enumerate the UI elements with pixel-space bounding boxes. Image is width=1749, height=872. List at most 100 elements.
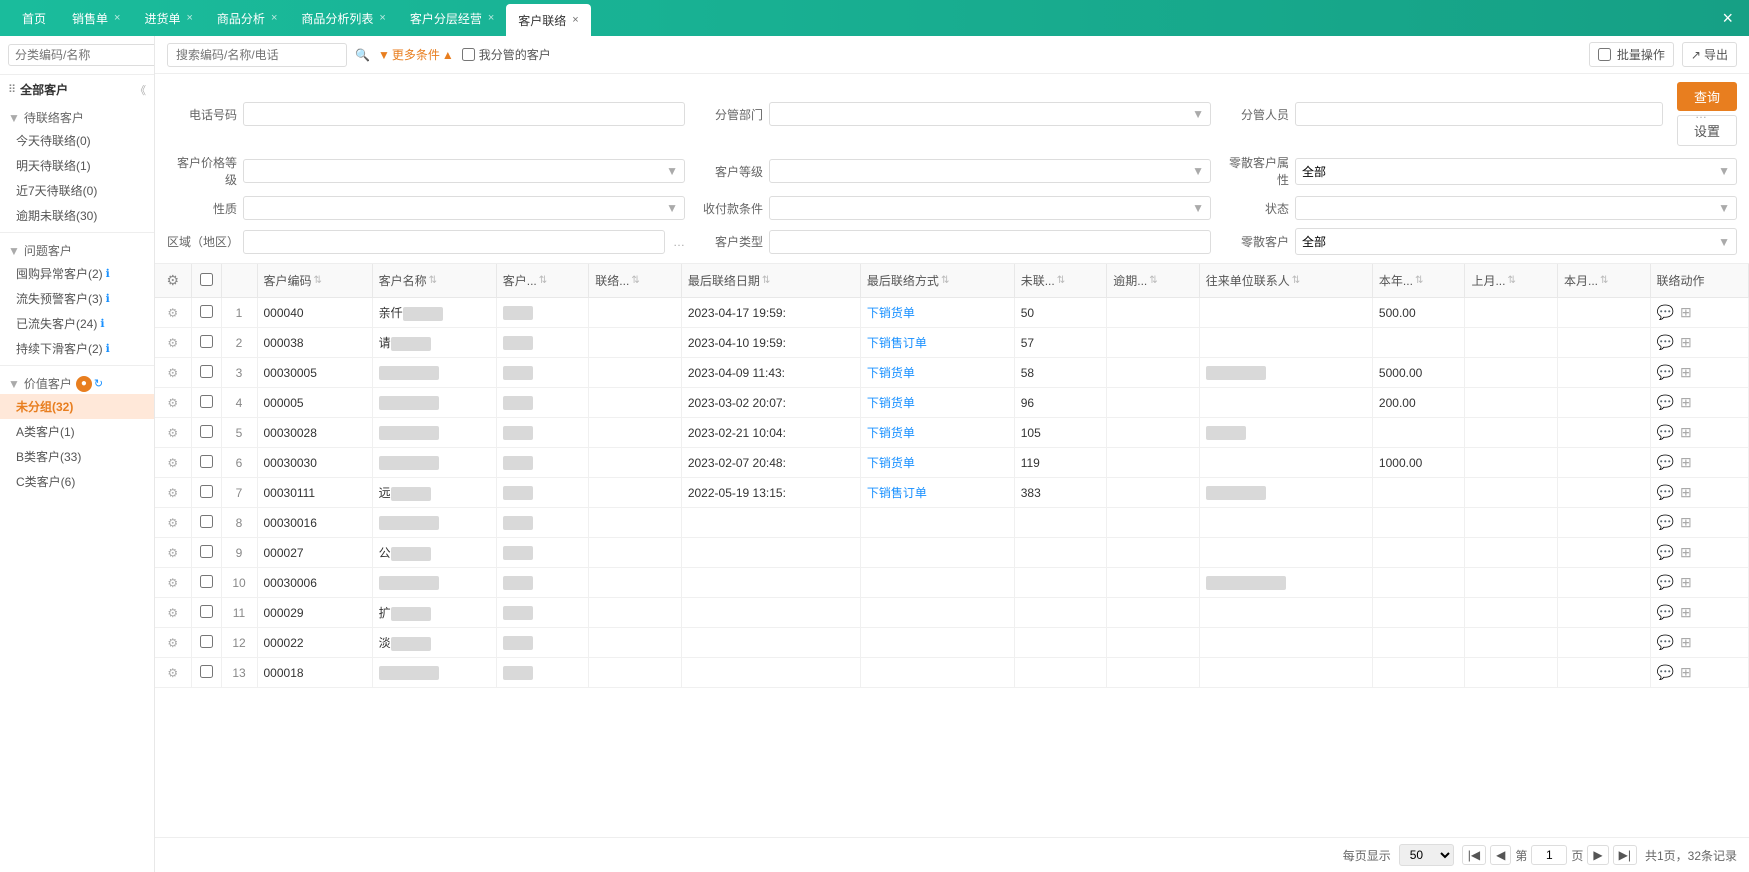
nav-tab-contact[interactable]: 客户联络 × [506,4,590,36]
row-settings[interactable]: ⚙ [155,478,191,508]
grid-action-icon[interactable]: ⊞ [1680,484,1692,501]
region-input[interactable] [243,230,665,254]
next-page-button[interactable]: ▶ [1587,845,1608,865]
row-checkbox[interactable] [200,305,213,318]
close-analysis-list-icon[interactable]: × [379,12,385,24]
row-settings-icon[interactable]: ⚙ [167,396,178,410]
per-page-select[interactable]: 50 100 200 [1399,844,1454,866]
nav-tab-crm[interactable]: 客户分层经营 × [398,0,506,36]
group-label-value[interactable]: ▼ 价值客户 ● ↻ [0,370,154,394]
sort-contact-icon[interactable]: ⇅ [631,275,639,286]
nav-tab-analysis-list[interactable]: 商品分析列表 × [289,0,397,36]
row-checkbox[interactable] [200,425,213,438]
grid-action-icon[interactable]: ⊞ [1680,574,1692,591]
nav-tab-sales[interactable]: 销售单 × [60,0,132,36]
row-checkbox-cell[interactable] [191,598,221,628]
page-input[interactable] [1531,845,1567,865]
last-page-button[interactable]: ▶| [1613,845,1637,865]
row-checkbox-cell[interactable] [191,658,221,688]
row-checkbox-cell[interactable] [191,298,221,328]
row-checkbox-cell[interactable] [191,328,221,358]
row-checkbox-cell[interactable] [191,388,221,418]
sidebar-item-tomorrow[interactable]: 明天待联络(1) [0,153,154,178]
row-checkbox[interactable] [200,335,213,348]
my-customers-checkbox[interactable] [462,48,475,61]
close-contact-icon[interactable]: × [572,14,578,26]
sidebar-search-input[interactable] [8,44,155,66]
scatter-attr-select[interactable]: 全部 ▼ [1295,158,1737,185]
grid-action-icon[interactable]: ⊞ [1680,634,1692,651]
grid-action-icon[interactable]: ⊞ [1680,304,1692,321]
all-customers-header[interactable]: ⠿ 全部客户 《 [0,75,154,104]
row-checkbox[interactable] [200,455,213,468]
row-settings[interactable]: ⚙ [155,508,191,538]
message-icon[interactable]: 💬 [1657,304,1674,321]
last-method-link[interactable]: 下销货单 [867,426,915,440]
sort-this-year-icon[interactable]: ⇅ [1415,275,1423,286]
sidebar-item-today[interactable]: 今天待联络(0) [0,128,154,153]
group-label-problem[interactable]: ▼ 问题客户 [0,237,154,261]
message-icon[interactable]: 💬 [1657,574,1674,591]
row-checkbox[interactable] [200,665,213,678]
close-analysis-icon[interactable]: × [271,12,277,24]
row-settings-icon[interactable]: ⚙ [167,636,178,650]
row-checkbox[interactable] [200,635,213,648]
message-icon[interactable]: 💬 [1657,544,1674,561]
export-button[interactable]: ↗ 导出 [1682,42,1737,67]
row-settings[interactable]: ⚙ [155,328,191,358]
row-checkbox-cell[interactable] [191,508,221,538]
th-settings[interactable]: ⚙ [155,264,191,298]
nav-tab-purchase[interactable]: 进货单 × [132,0,204,36]
last-method-link[interactable]: 下销售订单 [867,486,927,500]
row-settings[interactable]: ⚙ [155,628,191,658]
grid-action-icon[interactable]: ⊞ [1680,664,1692,681]
row-checkbox[interactable] [200,545,213,558]
row-settings[interactable]: ⚙ [155,568,191,598]
sidebar-collapse-icon[interactable]: 《 [135,82,146,98]
region-dots[interactable]: … [673,235,685,249]
payment-select[interactable]: ▼ [769,196,1211,220]
row-settings[interactable]: ⚙ [155,298,191,328]
sort-last-date-icon[interactable]: ⇅ [762,275,770,286]
row-settings-icon[interactable]: ⚙ [167,426,178,440]
last-method-link[interactable]: 下销货单 [867,306,915,320]
manager-dots[interactable]: … [1695,107,1707,121]
grid-action-icon[interactable]: ⊞ [1680,454,1692,471]
row-settings[interactable]: ⚙ [155,418,191,448]
batch-operation-button[interactable]: 批量操作 [1589,42,1674,67]
row-checkbox[interactable] [200,605,213,618]
nav-close-button[interactable]: × [1714,8,1741,29]
row-settings-icon[interactable]: ⚙ [167,456,178,470]
last-method-link[interactable]: 下销货单 [867,366,915,380]
row-settings-icon[interactable]: ⚙ [167,606,178,620]
row-settings[interactable]: ⚙ [155,388,191,418]
last-method-link[interactable]: 下销货单 [867,456,915,470]
nav-tab-analysis[interactable]: 商品分析 × [205,0,289,36]
row-checkbox-cell[interactable] [191,628,221,658]
sort-this-month-icon[interactable]: ⇅ [1600,275,1608,286]
row-checkbox-cell[interactable] [191,478,221,508]
message-icon[interactable]: 💬 [1657,364,1674,381]
row-checkbox[interactable] [200,515,213,528]
message-icon[interactable]: 💬 [1657,514,1674,531]
sort-unit-contact-icon[interactable]: ⇅ [1292,275,1300,286]
row-settings-icon[interactable]: ⚙ [167,486,178,500]
row-settings[interactable]: ⚙ [155,538,191,568]
select-all-checkbox[interactable] [200,273,213,286]
search-icon[interactable]: 🔍 [355,48,370,62]
price-level-select[interactable]: ▼ [243,159,685,183]
message-icon[interactable]: 💬 [1657,334,1674,351]
sidebar-item-hoarding[interactable]: 囤购异常客户(2) ℹ [0,261,154,286]
grid-action-icon[interactable]: ⊞ [1680,544,1692,561]
row-checkbox[interactable] [200,395,213,408]
phone-input[interactable] [243,102,685,126]
sort-name-icon[interactable]: ⇅ [429,275,437,286]
sidebar-item-declining[interactable]: 持续下滑客户(2) ℹ [0,336,154,361]
row-checkbox[interactable] [200,575,213,588]
settings-icon[interactable]: ⚙ [166,272,179,288]
row-checkbox-cell[interactable] [191,448,221,478]
customer-type-input[interactable] [769,230,1211,254]
sidebar-item-c-class[interactable]: C类客户(6) [0,469,154,494]
customer-level-select[interactable]: ▼ [769,159,1211,183]
search-input[interactable] [167,43,347,67]
